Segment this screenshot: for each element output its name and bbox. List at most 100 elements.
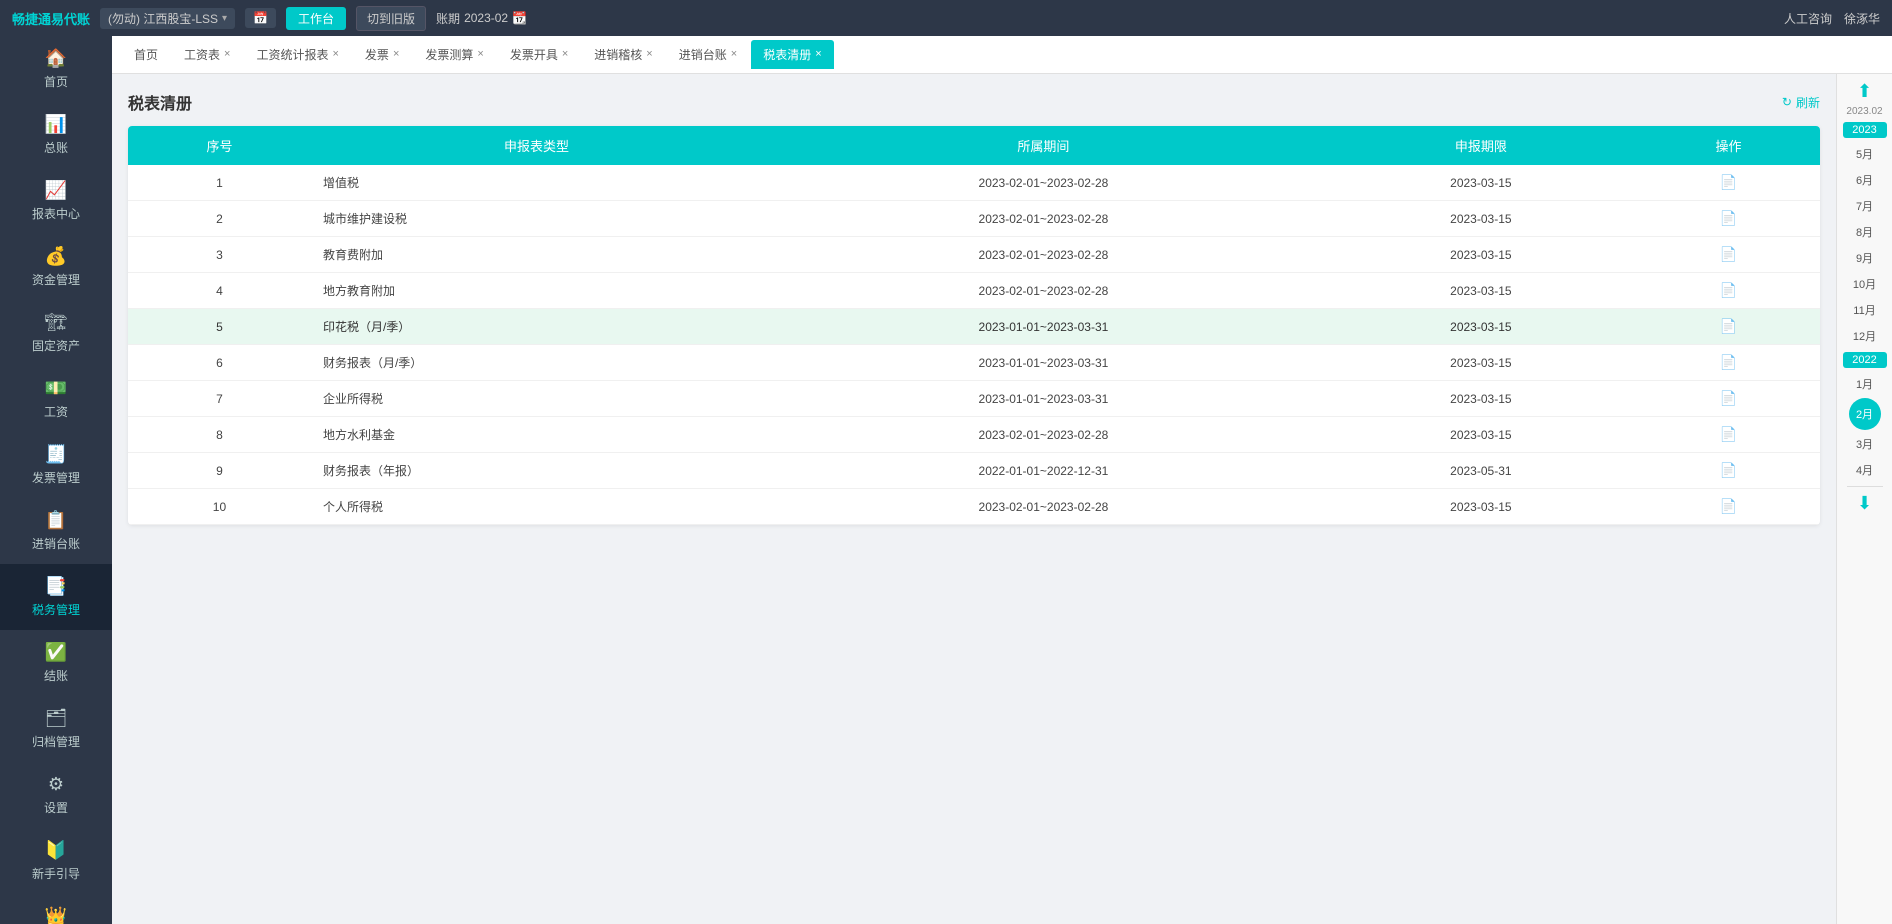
refresh-button[interactable]: ↻ 刷新 bbox=[1782, 94, 1820, 111]
invoices-icon: 🧾 bbox=[45, 444, 67, 465]
sidebar-label-settings: 设置 bbox=[44, 799, 68, 816]
calendar-icon-btn[interactable]: 📅 bbox=[245, 8, 276, 28]
cell-period: 2023-02-01~2023-02-28 bbox=[762, 201, 1325, 237]
page-content: 税表清册 ↻ 刷新 序号 申报表类型 所属期间 申报期限 操作 bbox=[112, 74, 1892, 924]
settings-icon: ⚙ bbox=[48, 774, 64, 795]
timeline-down-btn[interactable]: ⬇ bbox=[1857, 490, 1872, 516]
close-icon[interactable]: × bbox=[731, 49, 737, 60]
sidebar-label-ledger: 总账 bbox=[44, 139, 68, 156]
month-4[interactable]: 4月 bbox=[1845, 458, 1885, 482]
sidebar-label-reports: 报表中心 bbox=[32, 205, 80, 222]
company-selector[interactable]: (勿动) 江西股宝-LSS ▾ bbox=[100, 8, 235, 29]
cell-type: 印花税（月/季） bbox=[311, 309, 762, 345]
table-row: 7企业所得税2023-01-01~2023-03-312023-03-15📄 bbox=[128, 381, 1820, 417]
switch-old-button[interactable]: 切到旧版 bbox=[356, 6, 426, 31]
tab-invoice[interactable]: 发票 × bbox=[353, 40, 411, 69]
cell-period: 2022-01-01~2022-12-31 bbox=[762, 453, 1325, 489]
month-10[interactable]: 10月 bbox=[1845, 272, 1885, 296]
year-2022[interactable]: 2022 bbox=[1843, 352, 1887, 368]
action-icon[interactable]: 📄 bbox=[1720, 174, 1737, 190]
tab-salary-stats[interactable]: 工资统计报表 × bbox=[244, 40, 350, 69]
tab-purchase-ledger-label: 进销台账 bbox=[679, 46, 727, 63]
timeline-separator bbox=[1847, 486, 1883, 487]
month-3[interactable]: 3月 bbox=[1845, 432, 1885, 456]
close-icon[interactable]: × bbox=[224, 49, 230, 60]
sidebar-item-invoices[interactable]: 🧾 发票管理 bbox=[0, 432, 112, 498]
sidebar-item-guide[interactable]: 🔰 新手引导 bbox=[0, 828, 112, 894]
action-icon[interactable]: 📄 bbox=[1720, 354, 1737, 370]
cell-seq: 2 bbox=[128, 201, 311, 237]
close-icon[interactable]: × bbox=[332, 49, 338, 60]
cell-deadline: 2023-03-15 bbox=[1325, 237, 1637, 273]
cell-deadline: 2023-03-15 bbox=[1325, 165, 1637, 201]
tab-invoice-issue[interactable]: 发票开具 × bbox=[498, 40, 580, 69]
user-service-btn[interactable]: 人工咨询 bbox=[1784, 10, 1832, 27]
tab-tax-list[interactable]: 税表清册 × bbox=[751, 40, 833, 69]
month-11[interactable]: 11月 bbox=[1845, 298, 1885, 322]
col-header-deadline: 申报期限 bbox=[1325, 126, 1637, 165]
sidebar-item-tax[interactable]: 📑 税务管理 bbox=[0, 564, 112, 630]
sidebar-label-archive: 归档管理 bbox=[32, 733, 80, 750]
col-header-period: 所属期间 bbox=[762, 126, 1325, 165]
tab-home[interactable]: 首页 bbox=[122, 40, 170, 69]
tab-invoice-calc[interactable]: 发票测算 × bbox=[413, 40, 495, 69]
close-icon[interactable]: × bbox=[393, 49, 399, 60]
cell-type: 地方水利基金 bbox=[311, 417, 762, 453]
action-icon[interactable]: 📄 bbox=[1720, 282, 1737, 298]
sidebar-item-purchase-sales[interactable]: 📋 进销台账 bbox=[0, 498, 112, 564]
sidebar-item-funds[interactable]: 💰 资金管理 bbox=[0, 234, 112, 300]
sidebar-item-reports[interactable]: 📈 报表中心 bbox=[0, 168, 112, 234]
sidebar-item-home[interactable]: 🏠 首页 bbox=[0, 36, 112, 102]
sidebar-label-funds: 资金管理 bbox=[32, 271, 80, 288]
cell-seq: 5 bbox=[128, 309, 311, 345]
close-icon[interactable]: × bbox=[477, 49, 483, 60]
cell-seq: 3 bbox=[128, 237, 311, 273]
sidebar-item-vip[interactable]: 👑 畅会员 bbox=[0, 894, 112, 924]
month-7[interactable]: 7月 bbox=[1845, 194, 1885, 218]
cell-type: 教育费附加 bbox=[311, 237, 762, 273]
cell-type: 城市维护建设税 bbox=[311, 201, 762, 237]
sidebar-item-settings[interactable]: ⚙ 设置 bbox=[0, 762, 112, 828]
table-row: 8地方水利基金2023-02-01~2023-02-282023-03-15📄 bbox=[128, 417, 1820, 453]
sidebar-item-assets[interactable]: 🏗 固定资产 bbox=[0, 300, 112, 366]
timeline-up-btn[interactable]: ⬆ bbox=[1857, 78, 1872, 104]
action-icon[interactable]: 📄 bbox=[1720, 426, 1737, 442]
month-1[interactable]: 1月 bbox=[1845, 372, 1885, 396]
col-header-seq: 序号 bbox=[128, 126, 311, 165]
month-12[interactable]: 12月 bbox=[1845, 324, 1885, 348]
purchase-sales-icon: 📋 bbox=[45, 510, 67, 531]
sidebar-item-close[interactable]: ✅ 结账 bbox=[0, 630, 112, 696]
month-9[interactable]: 9月 bbox=[1845, 246, 1885, 270]
tab-purchase-ledger[interactable]: 进销台账 × bbox=[667, 40, 749, 69]
close-icon[interactable]: × bbox=[815, 49, 821, 60]
year-2023[interactable]: 2023 bbox=[1843, 122, 1887, 138]
cell-type: 企业所得税 bbox=[311, 381, 762, 417]
action-icon[interactable]: 📄 bbox=[1720, 246, 1737, 262]
tab-purchase-audit[interactable]: 进销稽核 × bbox=[582, 40, 664, 69]
ledger-icon: 📊 bbox=[45, 114, 67, 135]
workbench-button[interactable]: 工作台 bbox=[286, 7, 346, 30]
cell-deadline: 2023-03-15 bbox=[1325, 273, 1637, 309]
sidebar-item-ledger[interactable]: 📊 总账 bbox=[0, 102, 112, 168]
cell-period: 2023-02-01~2023-02-28 bbox=[762, 489, 1325, 525]
action-icon[interactable]: 📄 bbox=[1720, 462, 1737, 478]
action-icon[interactable]: 📄 bbox=[1720, 498, 1737, 514]
month-8[interactable]: 8月 bbox=[1845, 220, 1885, 244]
cell-seq: 9 bbox=[128, 453, 311, 489]
close-icon[interactable]: × bbox=[562, 49, 568, 60]
close-icon[interactable]: × bbox=[646, 49, 652, 60]
timeline-panel: ⬆ 2023.02 2023 5月 6月 7月 8月 9月 10月 11月 12… bbox=[1836, 74, 1892, 924]
month-6[interactable]: 6月 bbox=[1845, 168, 1885, 192]
cell-action: 📄 bbox=[1637, 309, 1820, 345]
tab-invoice-issue-label: 发票开具 bbox=[510, 46, 558, 63]
sidebar-item-salary[interactable]: 💵 工资 bbox=[0, 366, 112, 432]
cell-period: 2023-02-01~2023-02-28 bbox=[762, 273, 1325, 309]
cell-period: 2023-01-01~2023-03-31 bbox=[762, 345, 1325, 381]
action-icon[interactable]: 📄 bbox=[1720, 318, 1737, 334]
month-5[interactable]: 5月 bbox=[1845, 142, 1885, 166]
tab-salary-table[interactable]: 工资表 × bbox=[172, 40, 242, 69]
month-2-active[interactable]: 2月 bbox=[1849, 398, 1881, 430]
action-icon[interactable]: 📄 bbox=[1720, 390, 1737, 406]
sidebar-item-archive[interactable]: 🗂 归档管理 bbox=[0, 696, 112, 762]
action-icon[interactable]: 📄 bbox=[1720, 210, 1737, 226]
